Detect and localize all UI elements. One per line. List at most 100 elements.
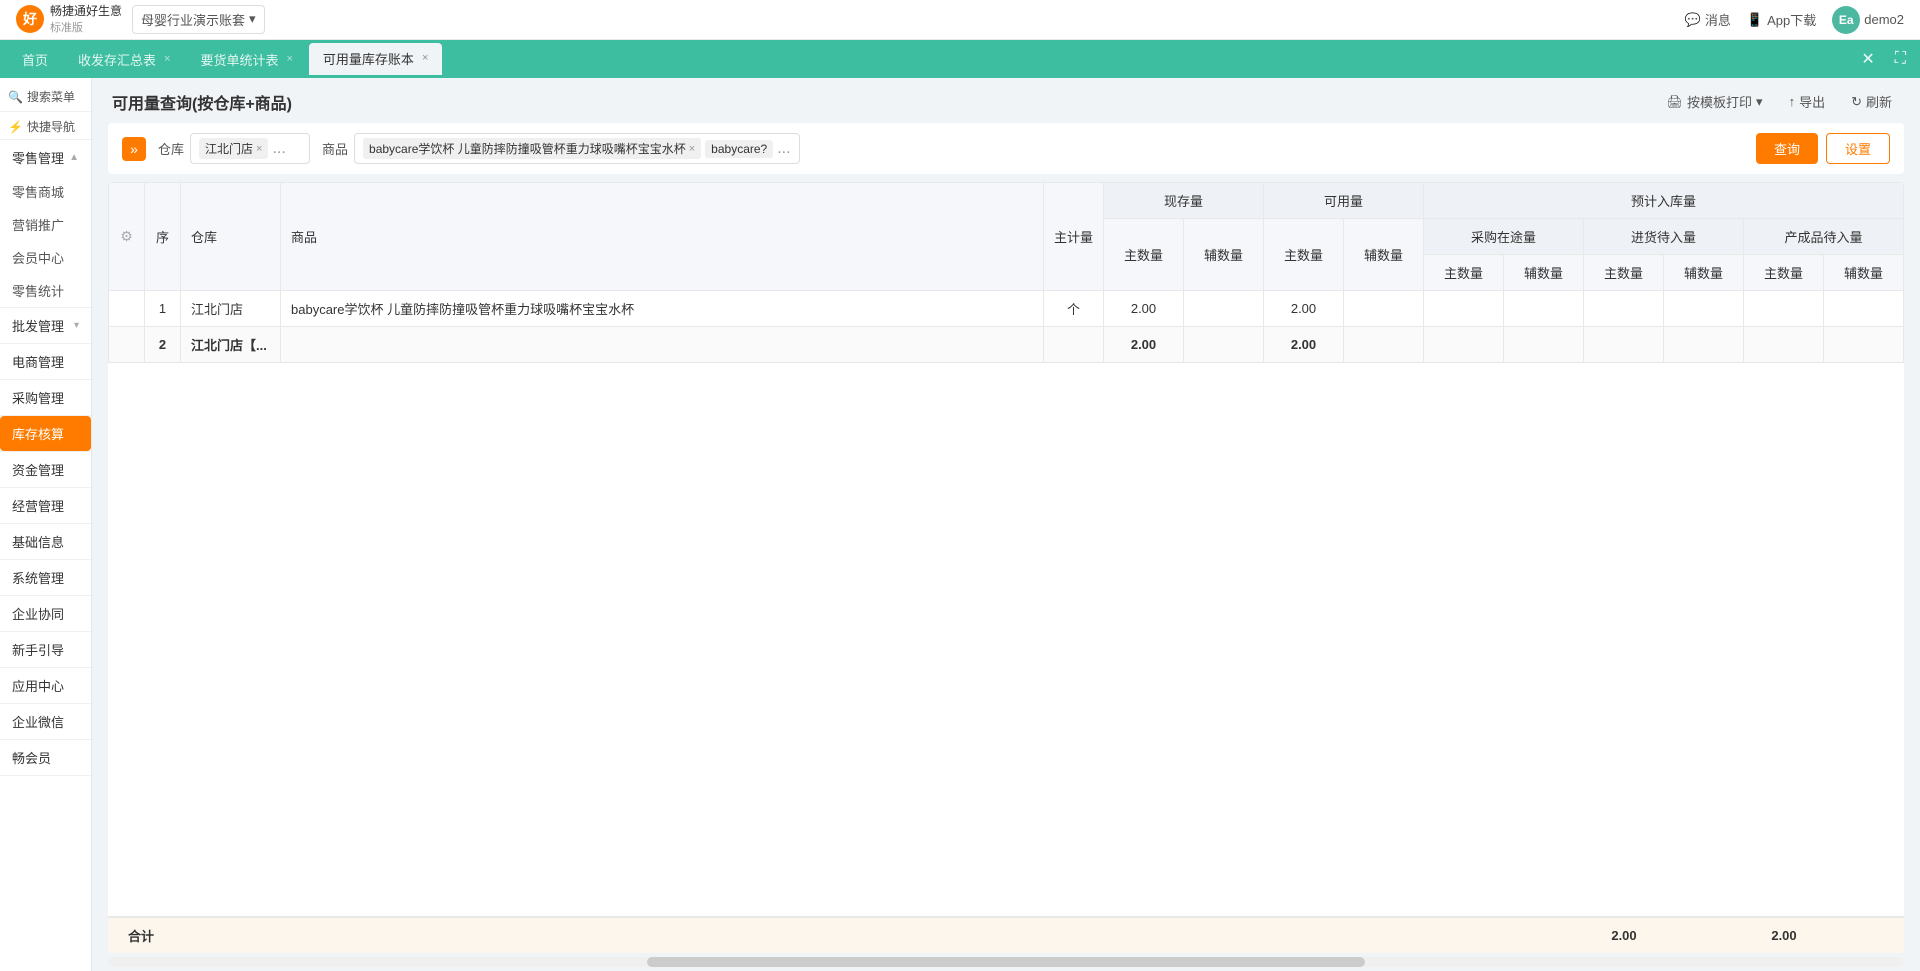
product-filter-input[interactable]: babycare学饮杯 儿童防摔防撞吸管杯重力球吸嘴杯宝宝水杯 × babyca…	[354, 133, 800, 164]
sidebar-operations-header[interactable]: 经营管理	[0, 488, 91, 523]
td-avail-main-2: 2.00	[1264, 327, 1344, 363]
sidebar-section-wholesale: 批发管理 ▾	[0, 308, 91, 344]
sidebar-ecommerce-header[interactable]: 电商管理	[0, 344, 91, 379]
td-settings	[109, 291, 145, 327]
product-tag-1: babycare学饮杯 儿童防摔防撞吸管杯重力球吸嘴杯宝宝水杯 ×	[363, 138, 701, 159]
th-avail-aux: 辅数量	[1344, 219, 1424, 291]
table-scrollbar-thumb[interactable]	[647, 957, 1365, 967]
th-pa-aux: 辅数量	[1664, 255, 1744, 291]
td-stock-main: 2.00	[1104, 291, 1184, 327]
tab-receipt-summary-close[interactable]: ×	[164, 53, 170, 65]
warehouse-tag: 江北门店 ×	[199, 138, 268, 159]
sidebar-enterprise-header[interactable]: 企业协同	[0, 596, 91, 631]
sidebar-retail-header[interactable]: 零售管理 ▲	[0, 140, 91, 175]
sidebar-item-retail-mall[interactable]: 零售商城	[0, 175, 91, 208]
sidebar-wechat-header[interactable]: 企业微信	[0, 704, 91, 739]
th-prod-main: 主数量	[1744, 255, 1824, 291]
td-stock-aux-2	[1184, 327, 1264, 363]
sidebar-search[interactable]: 🔍 搜索菜单	[0, 78, 91, 112]
td-prod-aux	[1824, 291, 1904, 327]
chevron-down-icon-wholesale: ▾	[74, 320, 79, 331]
warehouse-more-btn[interactable]: ...	[272, 140, 285, 158]
tab-receipt-summary-label: 收发存汇总表	[78, 50, 156, 69]
sidebar-appcenter-header[interactable]: 应用中心	[0, 668, 91, 703]
tab-order-stats-close[interactable]: ×	[286, 53, 292, 65]
table-footer: 合计 2.00 2.00	[108, 916, 1904, 953]
sidebar-finance-header[interactable]: 资金管理	[0, 452, 91, 487]
footer-values: 2.00 2.00	[174, 928, 1904, 943]
table-row-subtotal: 2 江北门店【... 2.00 2.00	[109, 327, 1904, 363]
sidebar-section-system: 系统管理	[0, 560, 91, 596]
refresh-btn[interactable]: ↻ 刷新	[1843, 88, 1900, 115]
th-warehouse: 仓库	[181, 183, 281, 291]
sidebar-quick-nav[interactable]: ⚡ 快捷导航	[0, 112, 91, 140]
logo-text: 畅捷通好生意	[50, 4, 122, 18]
th-pt-main: 主数量	[1424, 255, 1504, 291]
footer-avail-main: 2.00	[1744, 928, 1824, 943]
product-more-btn[interactable]: ...	[777, 140, 790, 158]
sidebar-enterprise-label: 企业协同	[12, 604, 64, 623]
sidebar-member-label: 畅会员	[12, 748, 51, 767]
quick-nav-icon: ⚡	[8, 120, 23, 134]
settings-btn[interactable]: 设置	[1826, 133, 1890, 164]
td-no-2: 2	[145, 327, 181, 363]
close-all-tabs-btn[interactable]: ✕	[1855, 47, 1880, 71]
export-btn[interactable]: ↑ 导出	[1781, 88, 1834, 115]
message-btn[interactable]: 💬 消息	[1685, 10, 1731, 29]
th-purchase-transit: 采购在途量	[1424, 219, 1584, 255]
sidebar-basic-header[interactable]: 基础信息	[0, 524, 91, 559]
tab-receipt-summary[interactable]: 收发存汇总表 ×	[64, 43, 184, 75]
sidebar-item-retail-stats[interactable]: 零售统计	[0, 274, 91, 307]
sidebar-item-marketing[interactable]: 营销推广	[0, 208, 91, 241]
fullscreen-btn[interactable]: ⛶	[1889, 48, 1912, 70]
sidebar-wholesale-header[interactable]: 批发管理 ▾	[0, 308, 91, 343]
table-area: ⚙ 序 仓库 商品 主计量 现存量 可用量 预计入库量 主数量 辅	[108, 182, 1904, 953]
sidebar-wechat-label: 企业微信	[12, 712, 64, 731]
th-current-stock: 现存量	[1104, 183, 1264, 219]
sidebar-section-newguide: 新手引导	[0, 632, 91, 668]
sidebar-member-header[interactable]: 畅会员	[0, 740, 91, 775]
sidebar-newguide-header[interactable]: 新手引导	[0, 632, 91, 667]
sidebar-basic-label: 基础信息	[12, 532, 64, 551]
warehouse-tag-remove[interactable]: ×	[256, 143, 262, 155]
sidebar-quick-nav-label: 快捷导航	[27, 118, 75, 135]
sidebar-system-header[interactable]: 系统管理	[0, 560, 91, 595]
app-download-btn[interactable]: 📱 App下载	[1747, 10, 1816, 29]
td-pa-aux	[1664, 291, 1744, 327]
top-bar-left: 好 畅捷通好生意 标准版 母婴行业演示账套 ▾	[16, 4, 265, 34]
table-scroll[interactable]: ⚙ 序 仓库 商品 主计量 现存量 可用量 预计入库量 主数量 辅	[108, 182, 1904, 916]
warehouse-filter-input[interactable]: 江北门店 × ...	[190, 133, 310, 164]
table-scrollbar[interactable]	[108, 957, 1904, 967]
industry-selector[interactable]: 母婴行业演示账套 ▾	[132, 5, 265, 34]
query-btn[interactable]: 查询	[1756, 133, 1818, 164]
th-settings[interactable]: ⚙	[109, 183, 145, 291]
filter-expand-btn[interactable]: »	[122, 137, 146, 161]
sidebar-item-member-center[interactable]: 会员中心	[0, 241, 91, 274]
sidebar-newguide-label: 新手引导	[12, 640, 64, 659]
template-print-btn[interactable]: 🖨 按模板打印 ▾	[1659, 88, 1771, 115]
download-icon: 📱	[1747, 12, 1763, 28]
refresh-icon: ↻	[1851, 94, 1862, 110]
sidebar-system-label: 系统管理	[12, 568, 64, 587]
user-menu[interactable]: Ea demo2	[1832, 6, 1904, 34]
sidebar-inventory-header[interactable]: 库存核算	[0, 416, 91, 451]
sidebar-section-purchase: 采购管理	[0, 380, 91, 416]
sidebar-purchase-header[interactable]: 采购管理	[0, 380, 91, 415]
tab-home[interactable]: 首页	[8, 43, 62, 75]
td-pt-aux	[1504, 291, 1584, 327]
tab-order-stats[interactable]: 要货单统计表 ×	[186, 43, 306, 75]
product-tag-1-remove[interactable]: ×	[689, 143, 695, 155]
sidebar-section-enterprise: 企业协同	[0, 596, 91, 632]
tab-available-stock[interactable]: 可用量库存账本 ×	[309, 43, 442, 75]
th-production-arrival: 产成品待入量	[1744, 219, 1904, 255]
footer-stock-main: 2.00	[1584, 928, 1664, 943]
table-row: 1 江北门店 babycare学饮杯 儿童防摔防撞吸管杯重力球吸嘴杯宝宝水杯 个…	[109, 291, 1904, 327]
sidebar-section-wechat: 企业微信	[0, 704, 91, 740]
tab-order-stats-label: 要货单统计表	[200, 50, 278, 69]
tab-available-stock-close[interactable]: ×	[422, 52, 428, 64]
td-prod-main-2	[1744, 327, 1824, 363]
th-pa-main: 主数量	[1584, 255, 1664, 291]
data-table: ⚙ 序 仓库 商品 主计量 现存量 可用量 预计入库量 主数量 辅	[108, 182, 1904, 363]
page-title: 可用量查询(按仓库+商品)	[112, 90, 292, 114]
td-pa-main-2	[1584, 327, 1664, 363]
